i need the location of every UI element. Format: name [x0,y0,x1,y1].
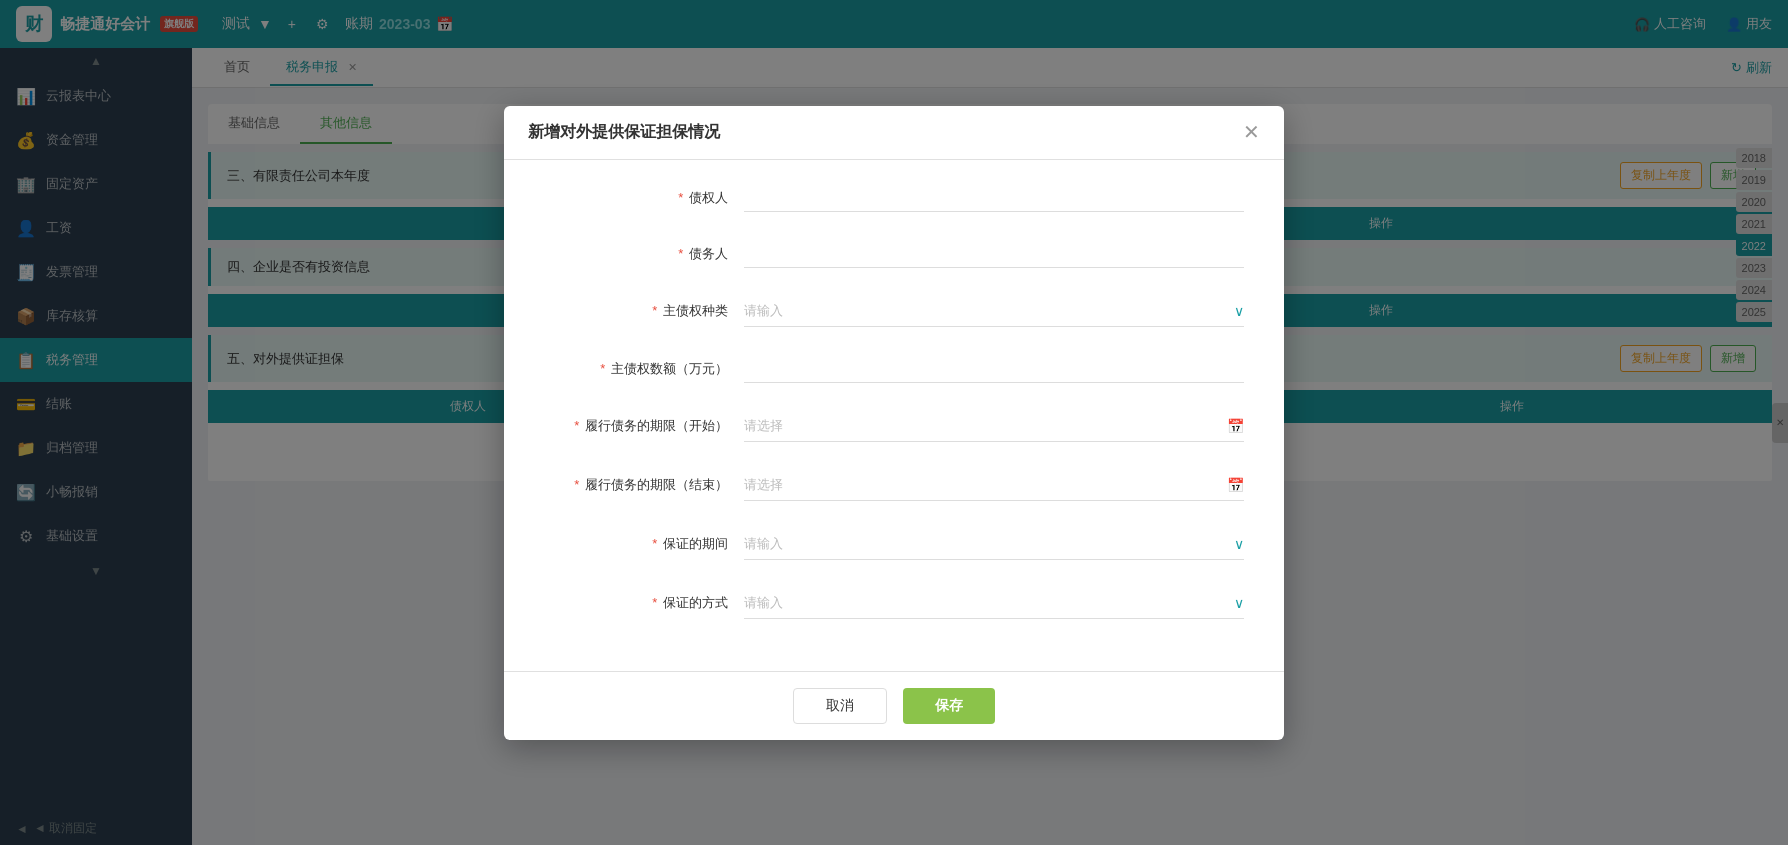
label-debtor-text: 债务人 [689,246,728,261]
field-creditor: * 债权人 [544,184,1244,212]
input-creditor[interactable] [744,184,1244,212]
select-guarantee-method[interactable]: 请输入 ∨ [744,588,1244,619]
field-guarantee-period: * 保证的期间 请输入 ∨ [544,529,1244,560]
calendar-period-end-icon: 📅 [1227,477,1244,493]
label-debt-type: * 主债权种类 [544,302,744,320]
label-period-start: * 履行债务的期限（开始） [544,417,744,435]
field-period-end: * 履行债务的期限（结束） 请选择 📅 [544,470,1244,501]
select-debt-type-placeholder: 请输入 [744,302,783,320]
modal-overlay: 新增对外提供保证担保情况 ✕ * 债权人 * 债务人 [0,0,1788,845]
label-creditor: * 债权人 [544,189,744,207]
modal-header: 新增对外提供保证担保情况 ✕ [504,106,1284,160]
required-mark-debtor: * [678,246,683,261]
field-period-start: * 履行债务的期限（开始） 请选择 📅 [544,411,1244,442]
label-guarantee-period: * 保证的期间 [544,535,744,553]
label-debt-amount-text: 主债权数额（万元） [611,361,728,376]
field-debtor: * 债务人 [544,240,1244,268]
chevron-down-debt-type-icon: ∨ [1234,303,1244,319]
label-period-start-text: 履行债务的期限（开始） [585,418,728,433]
cancel-button[interactable]: 取消 [793,688,887,724]
input-debt-amount[interactable] [744,355,1244,383]
label-creditor-text: 债权人 [689,190,728,205]
field-guarantee-method: * 保证的方式 请输入 ∨ [544,588,1244,619]
input-debtor[interactable] [744,240,1244,268]
date-period-end-placeholder: 请选择 [744,476,783,494]
required-mark-creditor: * [678,190,683,205]
chevron-down-guarantee-period-icon: ∨ [1234,536,1244,552]
date-period-start-placeholder: 请选择 [744,417,783,435]
label-debtor: * 债务人 [544,245,744,263]
date-period-end[interactable]: 请选择 📅 [744,470,1244,501]
label-guarantee-method-text: 保证的方式 [663,595,728,610]
select-guarantee-period-placeholder: 请输入 [744,535,783,553]
label-guarantee-method: * 保证的方式 [544,594,744,612]
chevron-down-guarantee-method-icon: ∨ [1234,595,1244,611]
required-mark-period-end: * [574,477,579,492]
calendar-period-start-icon: 📅 [1227,418,1244,434]
date-period-start[interactable]: 请选择 📅 [744,411,1244,442]
select-guarantee-period[interactable]: 请输入 ∨ [744,529,1244,560]
label-period-end: * 履行债务的期限（结束） [544,476,744,494]
label-guarantee-period-text: 保证的期间 [663,536,728,551]
required-mark-period-start: * [574,418,579,433]
save-button[interactable]: 保存 [903,688,995,724]
modal-body: * 债权人 * 债务人 * 主债权种类 请输入 [504,160,1284,671]
select-debt-type[interactable]: 请输入 ∨ [744,296,1244,327]
modal-dialog: 新增对外提供保证担保情况 ✕ * 债权人 * 债务人 [504,106,1284,740]
label-debt-amount: * 主债权数额（万元） [544,360,744,378]
required-mark-debt-amount: * [600,361,605,376]
label-debt-type-text: 主债权种类 [663,303,728,318]
required-mark-guarantee-period: * [652,536,657,551]
required-mark-guarantee-method: * [652,595,657,610]
modal-footer: 取消 保存 [504,671,1284,740]
field-debt-amount: * 主债权数额（万元） [544,355,1244,383]
modal-title: 新增对外提供保证担保情况 [528,122,720,143]
field-debt-type: * 主债权种类 请输入 ∨ [544,296,1244,327]
label-period-end-text: 履行债务的期限（结束） [585,477,728,492]
select-guarantee-method-placeholder: 请输入 [744,594,783,612]
required-mark-debt-type: * [652,303,657,318]
modal-close-btn[interactable]: ✕ [1243,122,1260,142]
